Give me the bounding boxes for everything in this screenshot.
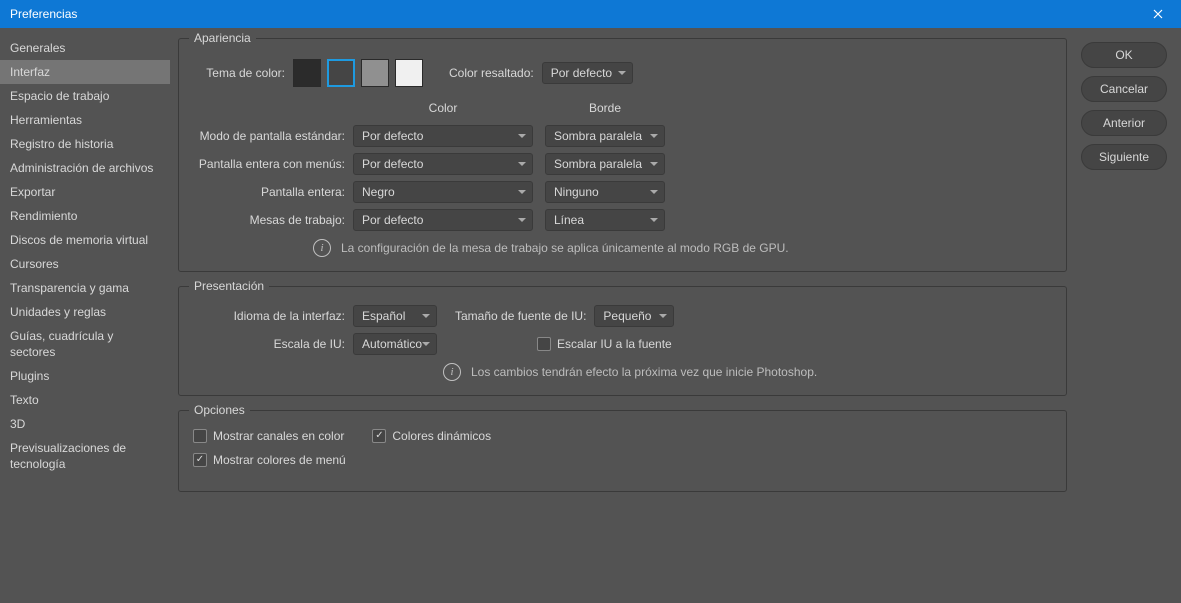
group-options: Opciones Mostrar canales en color Colore… <box>178 410 1067 492</box>
sidebar-item-10[interactable]: Transparencia y gama <box>0 276 170 300</box>
presentation-info: Los cambios tendrán efecto la próxima ve… <box>471 365 817 379</box>
sidebar-item-0[interactable]: Generales <box>0 36 170 60</box>
sidebar-item-4[interactable]: Registro de historia <box>0 132 170 156</box>
window-title: Preferencias <box>10 7 77 21</box>
cancel-button[interactable]: Cancelar <box>1081 76 1167 102</box>
font-dropdown[interactable]: Pequeño <box>594 305 674 327</box>
appearance-info: La configuración de la mesa de trabajo s… <box>341 241 789 255</box>
color-theme-swatch-3[interactable] <box>395 59 423 87</box>
mode-border-dropdown-1[interactable]: Sombra paralela <box>545 153 665 175</box>
group-presentation: Presentación Idioma de la interfaz: Espa… <box>178 286 1067 396</box>
lang-label: Idioma de la interfaz: <box>193 309 353 323</box>
color-theme-swatch-0[interactable] <box>293 59 321 87</box>
close-button[interactable] <box>1135 0 1181 28</box>
sidebar-item-15[interactable]: 3D <box>0 412 170 436</box>
sidebar-item-11[interactable]: Unidades y reglas <box>0 300 170 324</box>
next-button[interactable]: Siguiente <box>1081 144 1167 170</box>
mode-label-3: Mesas de trabajo: <box>193 213 353 227</box>
sidebar-item-13[interactable]: Plugins <box>0 364 170 388</box>
menu-checkbox[interactable] <box>193 453 207 467</box>
mode-color-dropdown-1[interactable]: Por defecto <box>353 153 533 175</box>
dynamic-checkbox[interactable] <box>372 429 386 443</box>
scale-to-font-label: Escalar IU a la fuente <box>557 337 672 351</box>
sidebar-item-3[interactable]: Herramientas <box>0 108 170 132</box>
color-theme-swatch-1[interactable] <box>327 59 355 87</box>
highlight-label: Color resaltado: <box>449 66 542 80</box>
highlight-dropdown[interactable]: Por defecto <box>542 62 633 84</box>
color-theme-swatch-2[interactable] <box>361 59 389 87</box>
sidebar-item-6[interactable]: Exportar <box>0 180 170 204</box>
sidebar-item-16[interactable]: Previsualizaciones de tecnología <box>0 436 170 476</box>
sidebar-item-7[interactable]: Rendimiento <box>0 204 170 228</box>
col-border: Borde <box>545 101 665 115</box>
mode-color-dropdown-0[interactable]: Por defecto <box>353 125 533 147</box>
mode-label-2: Pantalla entera: <box>193 185 353 199</box>
group-appearance: Apariencia Tema de color: Color resaltad… <box>178 38 1067 272</box>
content: Apariencia Tema de color: Color resaltad… <box>170 28 1081 603</box>
mode-color-dropdown-2[interactable]: Negro <box>353 181 533 203</box>
group-title-appearance: Apariencia <box>189 31 256 45</box>
sidebar-item-2[interactable]: Espacio de trabajo <box>0 84 170 108</box>
mode-label-0: Modo de pantalla estándar: <box>193 129 353 143</box>
info-icon: i <box>313 239 331 257</box>
color-theme-label: Tema de color: <box>193 66 293 80</box>
sidebar-item-9[interactable]: Cursores <box>0 252 170 276</box>
ok-button[interactable]: OK <box>1081 42 1167 68</box>
dynamic-label: Colores dinámicos <box>392 429 491 443</box>
sidebar-item-8[interactable]: Discos de memoria virtual <box>0 228 170 252</box>
group-title-presentation: Presentación <box>189 279 269 293</box>
scale-to-font-checkbox[interactable] <box>537 337 551 351</box>
sidebar-item-14[interactable]: Texto <box>0 388 170 412</box>
mode-border-dropdown-2[interactable]: Ninguno <box>545 181 665 203</box>
prev-button[interactable]: Anterior <box>1081 110 1167 136</box>
titlebar: Preferencias <box>0 0 1181 28</box>
sidebar-item-12[interactable]: Guías, cuadrícula y sectores <box>0 324 170 364</box>
lang-dropdown[interactable]: Español <box>353 305 437 327</box>
mode-color-dropdown-3[interactable]: Por defecto <box>353 209 533 231</box>
scale-dropdown[interactable]: Automático <box>353 333 437 355</box>
group-title-options: Opciones <box>189 403 250 417</box>
sidebar: GeneralesInterfazEspacio de trabajoHerra… <box>0 28 170 603</box>
sidebar-item-5[interactable]: Administración de archivos <box>0 156 170 180</box>
info-icon: i <box>443 363 461 381</box>
sidebar-item-1[interactable]: Interfaz <box>0 60 170 84</box>
font-label: Tamaño de fuente de IU: <box>455 309 594 323</box>
col-color: Color <box>353 101 533 115</box>
scale-label: Escala de IU: <box>193 337 353 351</box>
mode-label-1: Pantalla entera con menús: <box>193 157 353 171</box>
mode-border-dropdown-0[interactable]: Sombra paralela <box>545 125 665 147</box>
buttons-column: OK Cancelar Anterior Siguiente <box>1081 28 1181 603</box>
mode-border-dropdown-3[interactable]: Línea <box>545 209 665 231</box>
channels-label: Mostrar canales en color <box>213 429 344 443</box>
close-icon <box>1153 9 1163 19</box>
menu-label: Mostrar colores de menú <box>213 453 346 467</box>
channels-checkbox[interactable] <box>193 429 207 443</box>
